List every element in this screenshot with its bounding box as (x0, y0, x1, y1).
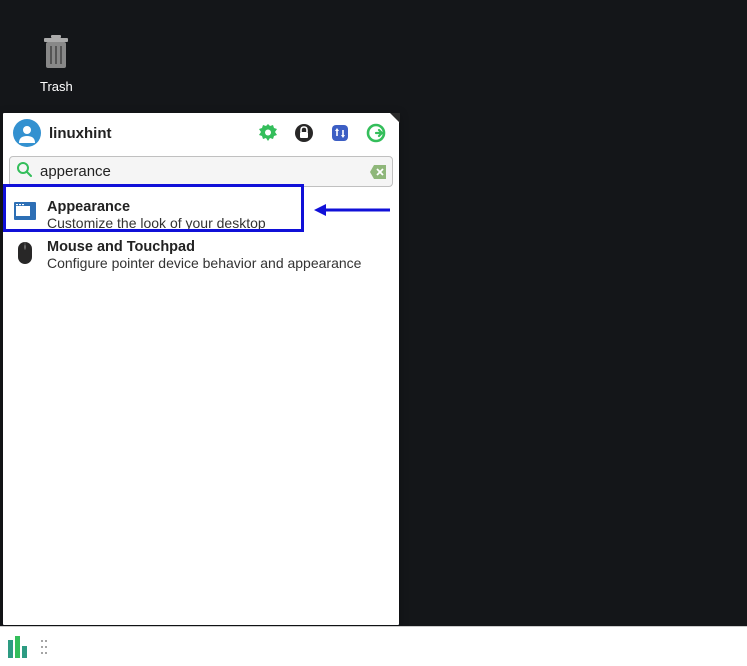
header-action-icons (257, 122, 387, 144)
search-icon (16, 161, 32, 182)
search-results: Appearance Customize the look of your de… (3, 193, 399, 625)
lock-icon[interactable] (293, 122, 315, 144)
result-desc: Customize the look of your desktop (47, 215, 389, 231)
application-menu: linuxhint (3, 113, 399, 625)
clear-icon[interactable] (370, 165, 386, 179)
logout-icon[interactable] (365, 122, 387, 144)
mouse-icon (13, 239, 37, 266)
settings-icon[interactable] (257, 122, 279, 144)
taskbar-handle-icon[interactable] (40, 632, 48, 662)
user-avatar-icon[interactable] (13, 119, 41, 147)
result-title: Mouse and Touchpad (47, 239, 389, 255)
switch-user-icon[interactable] (329, 122, 351, 144)
search-input[interactable] (40, 163, 362, 180)
result-desc: Configure pointer device behavior and ap… (47, 255, 389, 271)
trash-desktop-icon[interactable]: Trash (40, 28, 73, 94)
menu-icon[interactable] (4, 632, 34, 662)
username-label: linuxhint (49, 125, 249, 142)
result-title: Appearance (47, 199, 389, 215)
menu-header: linuxhint (3, 113, 399, 153)
trash-label: Trash (40, 79, 73, 94)
search-bar[interactable] (9, 156, 393, 187)
result-item-appearance[interactable]: Appearance Customize the look of your de… (3, 195, 399, 235)
appearance-icon (13, 199, 37, 220)
trash-icon (40, 34, 72, 73)
desktop-background: Trash linuxhint (0, 0, 747, 666)
taskbar (0, 626, 747, 666)
result-item-mouse[interactable]: Mouse and Touchpad Configure pointer dev… (3, 235, 399, 275)
